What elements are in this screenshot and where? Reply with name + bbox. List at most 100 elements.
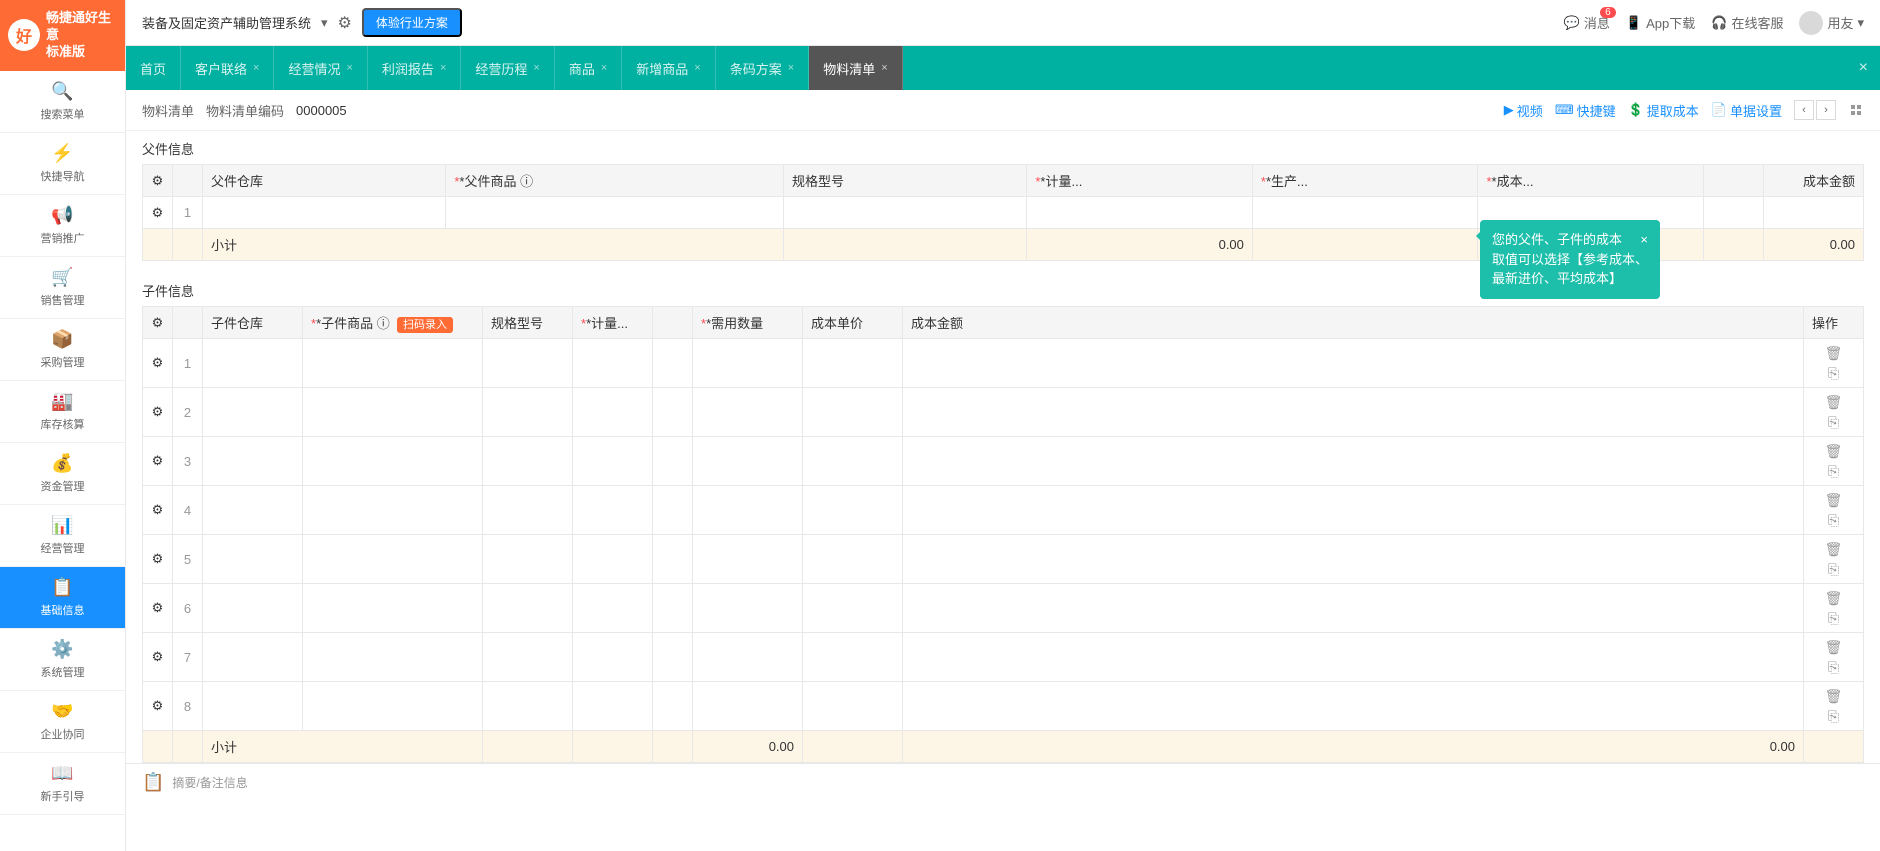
delete-icon[interactable]: 🗑 [1824, 588, 1844, 608]
parent-row-spec[interactable] [783, 197, 1026, 229]
child-row-product[interactable] [303, 339, 483, 388]
tab-products[interactable]: 商品 × [555, 46, 622, 90]
tab-barcode[interactable]: 条码方案 × [716, 46, 809, 90]
parent-row-warehouse[interactable] [203, 197, 446, 229]
child-row-product[interactable] [303, 584, 483, 633]
child-row-spec[interactable] [483, 486, 573, 535]
child-row-warehouse[interactable] [203, 535, 303, 584]
app-download-button[interactable]: 📱 App下载 [1626, 13, 1695, 32]
copy-icon[interactable]: ⎘ [1824, 363, 1844, 383]
child-row-unit-cost[interactable] [803, 486, 903, 535]
next-arrow[interactable]: › [1816, 100, 1836, 120]
child-row-spec[interactable] [483, 535, 573, 584]
trial-button[interactable]: 体验行业方案 [362, 8, 462, 37]
prev-arrow[interactable]: ‹ [1794, 100, 1814, 120]
online-service-button[interactable]: 🎧 在线客服 [1711, 13, 1783, 32]
delete-icon[interactable]: 🗑 [1824, 392, 1844, 412]
child-row-spec[interactable] [483, 339, 573, 388]
delete-icon[interactable]: 🗑 [1824, 441, 1844, 461]
sidebar-item-sales[interactable]: 🛒 销售管理 [0, 257, 125, 319]
child-row-unit[interactable] [573, 535, 653, 584]
copy-icon[interactable]: ⎘ [1824, 608, 1844, 628]
sidebar-item-marketing[interactable]: 📢 营销推广 [0, 195, 125, 257]
shortcut-button[interactable]: ⌨ 快捷键 [1555, 101, 1616, 120]
delete-icon[interactable]: 🗑 [1824, 539, 1844, 559]
copy-icon[interactable]: ⎘ [1824, 657, 1844, 677]
close-all-tabs[interactable]: × [1847, 59, 1880, 77]
tab-bom[interactable]: 物料清单 × [809, 46, 902, 90]
tab-new-products[interactable]: 新增商品 × [622, 46, 715, 90]
tab-profit-close[interactable]: × [440, 62, 446, 74]
settings-doc-button[interactable]: 📄 单据设置 [1711, 101, 1782, 120]
child-row-warehouse[interactable] [203, 584, 303, 633]
child-row-unit-cost[interactable] [803, 682, 903, 731]
sidebar-item-purchase[interactable]: 📦 采购管理 [0, 319, 125, 381]
child-row-qty[interactable] [693, 633, 803, 682]
child-row-warehouse[interactable] [203, 486, 303, 535]
child-row-qty[interactable] [693, 486, 803, 535]
child-row-unit-cost[interactable] [803, 388, 903, 437]
tab-products-close[interactable]: × [601, 62, 607, 74]
child-row-warehouse[interactable] [203, 339, 303, 388]
tab-profit[interactable]: 利润报告 × [368, 46, 461, 90]
child-row-warehouse[interactable] [203, 682, 303, 731]
child-row-qty[interactable] [693, 535, 803, 584]
child-row-unit[interactable] [573, 486, 653, 535]
tab-home[interactable]: 首页 [126, 46, 181, 90]
child-row-unit-cost[interactable] [803, 633, 903, 682]
sidebar-item-ops[interactable]: 📊 经营管理 [0, 505, 125, 567]
child-row-spec[interactable] [483, 437, 573, 486]
copy-icon[interactable]: ⎘ [1824, 510, 1844, 530]
tab-operations[interactable]: 经营情况 × [274, 46, 367, 90]
child-row-unit[interactable] [573, 437, 653, 486]
tab-barcode-close[interactable]: × [788, 62, 794, 74]
tooltip-close-button[interactable]: × [1640, 230, 1648, 250]
settings-icon[interactable]: ⚙ [338, 13, 352, 33]
view-button[interactable]: ▶ 视频 [1504, 101, 1543, 120]
child-row-qty[interactable] [693, 339, 803, 388]
delete-icon[interactable]: 🗑 [1824, 637, 1844, 657]
sidebar-item-basic[interactable]: 📋 基础信息 [0, 567, 125, 629]
child-row-unit-cost[interactable] [803, 584, 903, 633]
delete-icon[interactable]: 🗑 [1824, 490, 1844, 510]
tab-history-close[interactable]: × [533, 62, 539, 74]
child-row-qty[interactable] [693, 682, 803, 731]
child-row-product[interactable] [303, 486, 483, 535]
child-row-product[interactable] [303, 535, 483, 584]
child-row-unit[interactable] [573, 633, 653, 682]
message-button[interactable]: 💬 消息 6 [1564, 13, 1610, 32]
sidebar-item-inventory[interactable]: 🏭 库存核算 [0, 381, 125, 443]
child-row-unit[interactable] [573, 682, 653, 731]
copy-icon[interactable]: ⎘ [1824, 559, 1844, 579]
sidebar-item-guide[interactable]: 📖 新手引导 [0, 753, 125, 815]
child-row-warehouse[interactable] [203, 437, 303, 486]
sidebar-item-quicknav[interactable]: ⚡ 快捷导航 [0, 133, 125, 195]
child-row-unit-cost[interactable] [803, 339, 903, 388]
child-row-unit-cost[interactable] [803, 535, 903, 584]
sidebar-item-system[interactable]: ⚙️ 系统管理 [0, 629, 125, 691]
child-row-spec[interactable] [483, 388, 573, 437]
delete-icon[interactable]: 🗑 [1824, 343, 1844, 363]
tab-customers[interactable]: 客户联络 × [181, 46, 274, 90]
child-row-spec[interactable] [483, 633, 573, 682]
tab-operations-close[interactable]: × [346, 62, 352, 74]
child-row-unit[interactable] [573, 388, 653, 437]
child-row-unit[interactable] [573, 339, 653, 388]
scan-button[interactable]: 扫码录入 [397, 317, 453, 333]
tab-history[interactable]: 经营历程 × [461, 46, 554, 90]
tab-new-products-close[interactable]: × [694, 62, 700, 74]
child-row-product[interactable] [303, 437, 483, 486]
cost-button[interactable]: 💲 提取成本 [1628, 101, 1699, 120]
delete-icon[interactable]: 🗑 [1824, 686, 1844, 706]
parent-row-unit[interactable] [1027, 197, 1253, 229]
child-row-warehouse[interactable] [203, 633, 303, 682]
sidebar-item-search[interactable]: 🔍 搜索菜单 [0, 71, 125, 133]
sidebar-item-collab[interactable]: 🤝 企业协同 [0, 691, 125, 753]
sidebar-item-finance[interactable]: 💰 资金管理 [0, 443, 125, 505]
tab-customers-close[interactable]: × [253, 62, 259, 74]
grid-view-icon[interactable] [1848, 102, 1864, 118]
child-row-unit[interactable] [573, 584, 653, 633]
copy-icon[interactable]: ⎘ [1824, 706, 1844, 726]
child-row-product[interactable] [303, 633, 483, 682]
child-row-product[interactable] [303, 682, 483, 731]
